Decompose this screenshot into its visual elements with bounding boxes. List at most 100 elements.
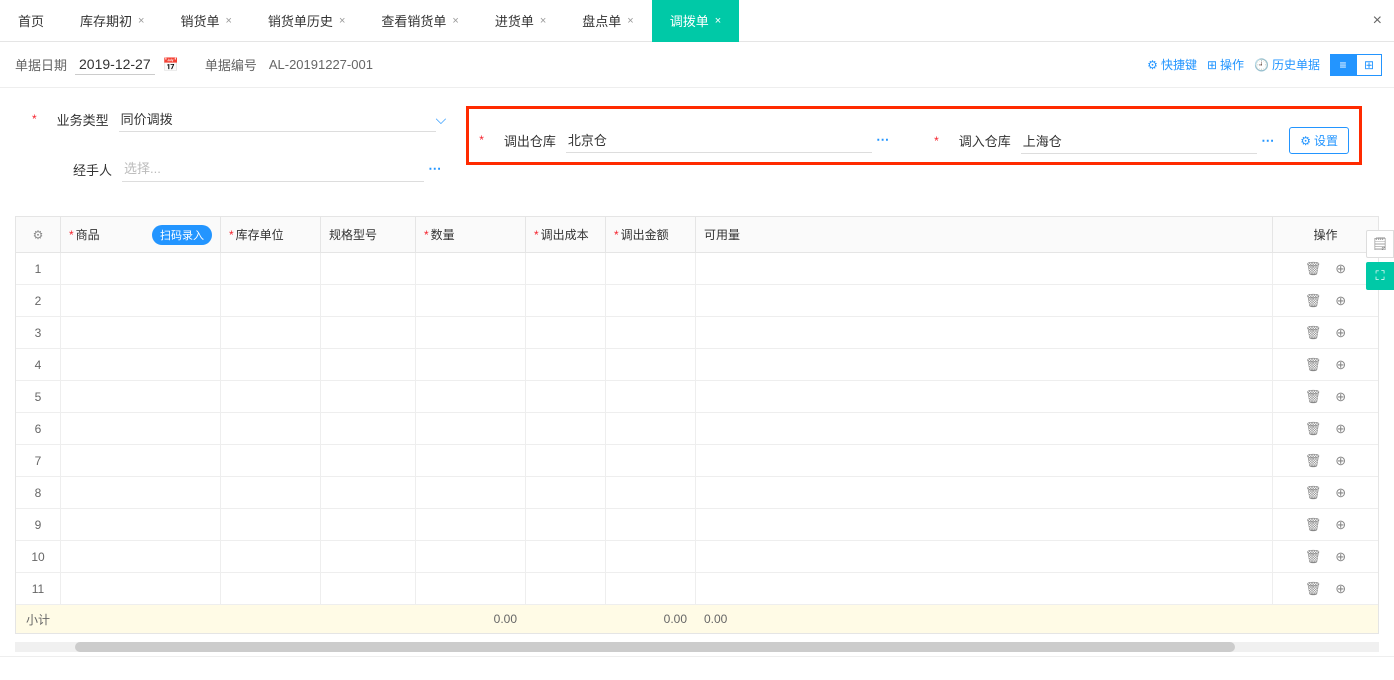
in-warehouse-input[interactable] (1021, 128, 1257, 154)
cell-spec[interactable] (321, 381, 416, 412)
table-row[interactable]: 10🗑⊕ (16, 541, 1378, 573)
cell-cost[interactable] (526, 413, 606, 444)
cell-unit[interactable] (221, 509, 321, 540)
cell-spec[interactable] (321, 285, 416, 316)
cell-product[interactable] (61, 381, 221, 412)
cell-product[interactable] (61, 541, 221, 572)
cell-qty[interactable] (416, 381, 526, 412)
cell-available[interactable] (696, 445, 1273, 476)
cell-unit[interactable] (221, 573, 321, 604)
cell-available[interactable] (696, 541, 1273, 572)
table-row[interactable]: 6🗑⊕ (16, 413, 1378, 445)
column-settings-icon[interactable]: ⚙ (16, 217, 61, 252)
cell-available[interactable] (696, 349, 1273, 380)
cell-available[interactable] (696, 573, 1273, 604)
tab-stocktake[interactable]: 盘点单× (564, 0, 651, 42)
cell-amount[interactable] (606, 509, 696, 540)
tab-sales-history[interactable]: 销货单历史× (250, 0, 363, 42)
cell-cost[interactable] (526, 317, 606, 348)
horizontal-scrollbar[interactable] (15, 642, 1379, 652)
add-row-icon[interactable]: ⊕ (1335, 293, 1346, 309)
view-list-button[interactable]: ≡ (1330, 54, 1356, 76)
cell-spec[interactable] (321, 541, 416, 572)
cell-qty[interactable] (416, 317, 526, 348)
cell-available[interactable] (696, 317, 1273, 348)
tab-view-sales[interactable]: 查看销货单× (363, 0, 476, 42)
cell-spec[interactable] (321, 253, 416, 284)
scan-entry-button[interactable]: 扫码录入 (152, 225, 212, 245)
cell-unit[interactable] (221, 413, 321, 444)
delete-icon[interactable]: 🗑 (1305, 517, 1322, 533)
tab-transfer-order[interactable]: 调拨单× (652, 0, 739, 42)
add-row-icon[interactable]: ⊕ (1335, 517, 1346, 533)
delete-icon[interactable]: 🗑 (1305, 325, 1322, 341)
cell-spec[interactable] (321, 413, 416, 444)
cell-qty[interactable] (416, 477, 526, 508)
cell-product[interactable] (61, 317, 221, 348)
more-icon[interactable]: ⋯ (1257, 133, 1279, 149)
add-row-icon[interactable]: ⊕ (1335, 261, 1346, 277)
delete-icon[interactable]: 🗑 (1305, 389, 1322, 405)
cell-amount[interactable] (606, 477, 696, 508)
add-row-icon[interactable]: ⊕ (1335, 325, 1346, 341)
cell-amount[interactable] (606, 285, 696, 316)
close-icon[interactable]: × (452, 15, 458, 27)
cell-amount[interactable] (606, 253, 696, 284)
cell-spec[interactable] (321, 445, 416, 476)
tab-home[interactable]: 首页 (0, 0, 62, 42)
cell-qty[interactable] (416, 285, 526, 316)
cell-product[interactable] (61, 285, 221, 316)
cell-unit[interactable] (221, 317, 321, 348)
cell-available[interactable] (696, 509, 1273, 540)
cell-cost[interactable] (526, 381, 606, 412)
close-icon[interactable]: × (138, 15, 144, 27)
history-button[interactable]: 🕘历史单据 (1254, 56, 1320, 73)
cell-amount[interactable] (606, 349, 696, 380)
add-row-icon[interactable]: ⊕ (1335, 485, 1346, 501)
table-row[interactable]: 4🗑⊕ (16, 349, 1378, 381)
cell-cost[interactable] (526, 541, 606, 572)
cell-cost[interactable] (526, 573, 606, 604)
close-icon[interactable]: × (540, 15, 546, 27)
add-row-icon[interactable]: ⊕ (1335, 549, 1346, 565)
delete-icon[interactable]: 🗑 (1305, 549, 1322, 565)
cell-qty[interactable] (416, 253, 526, 284)
tab-purchase-order[interactable]: 进货单× (477, 0, 564, 42)
cell-qty[interactable] (416, 413, 526, 444)
table-row[interactable]: 1🗑⊕ (16, 253, 1378, 285)
cell-unit[interactable] (221, 381, 321, 412)
out-warehouse-input[interactable] (566, 127, 872, 153)
cell-available[interactable] (696, 253, 1273, 284)
cell-cost[interactable] (526, 349, 606, 380)
cell-product[interactable] (61, 509, 221, 540)
delete-icon[interactable]: 🗑 (1305, 293, 1322, 309)
delete-icon[interactable]: 🗑 (1305, 485, 1322, 501)
table-row[interactable]: 3🗑⊕ (16, 317, 1378, 349)
cell-available[interactable] (696, 381, 1273, 412)
delete-icon[interactable]: 🗑 (1305, 453, 1322, 469)
cell-spec[interactable] (321, 509, 416, 540)
scrollbar-thumb[interactable] (75, 642, 1235, 652)
cell-product[interactable] (61, 413, 221, 444)
cell-qty[interactable] (416, 541, 526, 572)
shortcut-button[interactable]: ⚙快捷键 (1147, 56, 1197, 73)
more-icon[interactable]: ⋯ (872, 132, 894, 148)
operate-button[interactable]: ⊞操作 (1207, 56, 1244, 73)
cell-cost[interactable] (526, 509, 606, 540)
delete-icon[interactable]: 🗑 (1305, 421, 1322, 437)
cell-qty[interactable] (416, 573, 526, 604)
close-icon[interactable]: × (225, 15, 231, 27)
table-row[interactable]: 2🗑⊕ (16, 285, 1378, 317)
cell-product[interactable] (61, 349, 221, 380)
cell-unit[interactable] (221, 285, 321, 316)
cell-product[interactable] (61, 445, 221, 476)
cell-qty[interactable] (416, 445, 526, 476)
cell-unit[interactable] (221, 349, 321, 380)
cell-available[interactable] (696, 477, 1273, 508)
tab-inventory-init[interactable]: 库存期初× (62, 0, 162, 42)
delete-icon[interactable]: 🗑 (1305, 261, 1322, 277)
cell-spec[interactable] (321, 349, 416, 380)
cell-unit[interactable] (221, 477, 321, 508)
cell-spec[interactable] (321, 573, 416, 604)
chevron-down-icon[interactable]: ⌵ (436, 111, 447, 128)
